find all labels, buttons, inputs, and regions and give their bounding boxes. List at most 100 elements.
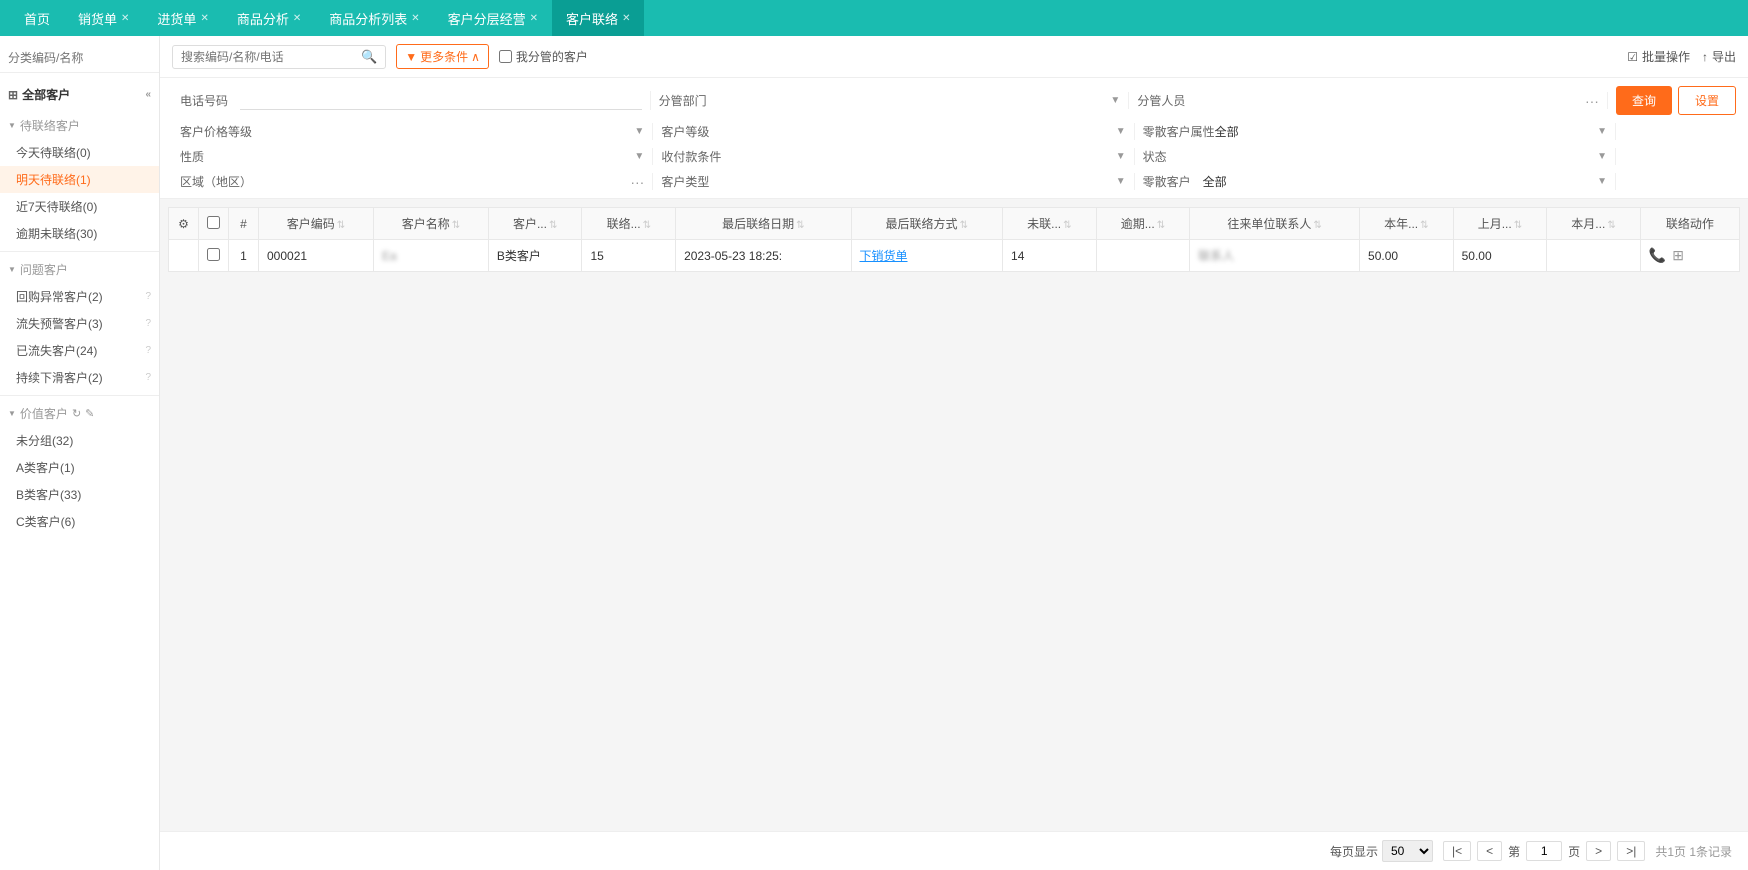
filter-price-level-select[interactable]: ▼: [252, 126, 644, 137]
sidebar-item-7days-pending[interactable]: 近7天待联络(0): [0, 193, 159, 220]
sort-date-icon: ⇅: [796, 220, 804, 231]
page-number-input[interactable]: [1526, 841, 1562, 861]
filter-phone-input[interactable]: [240, 91, 642, 110]
th-last-method[interactable]: 最后联络方式⇅: [851, 208, 1003, 240]
sidebar-item-repurchase-anomaly[interactable]: 回购异常客户(2) ?: [0, 283, 159, 310]
td-contact-count: 15: [582, 240, 676, 272]
td-last-date: 2023-05-23 18:25:: [676, 240, 851, 272]
grid-action-icon[interactable]: ⊞: [1672, 247, 1684, 264]
nav-home[interactable]: 首页: [10, 0, 64, 36]
filter-region-label: 区域（地区）: [180, 173, 252, 190]
dots-icon-person[interactable]: ···: [1585, 93, 1599, 109]
th-contact-count[interactable]: 联络...⇅: [582, 208, 676, 240]
sidebar-item-churn-warning[interactable]: 流失预警客户(3) ?: [0, 310, 159, 337]
my-customers-checkbox[interactable]: [499, 50, 512, 63]
filter-retail-attr-select[interactable]: 全部 ▼: [1215, 123, 1607, 140]
page-size-select[interactable]: 50 100 200: [1382, 840, 1433, 862]
filter-payment-select[interactable]: ▼: [721, 151, 1125, 162]
next-page-button[interactable]: >: [1586, 841, 1611, 861]
sidebar-item-tomorrow-pending[interactable]: 明天待联络(1): [0, 166, 159, 193]
filter-retail-customer: 零散客户 全部 ▼: [1135, 173, 1616, 190]
nav-product-analysis[interactable]: 商品分析 ✕: [223, 0, 315, 36]
nav-close-analysis-list[interactable]: ✕: [411, 13, 419, 24]
sidebar-item-overdue-contact[interactable]: 逾期未联络(30): [0, 220, 159, 247]
help-icon-1[interactable]: ?: [145, 318, 151, 329]
chevron-down-icon-nature: ▼: [634, 151, 644, 162]
filter-dept-select[interactable]: ▼: [719, 95, 1121, 106]
th-settings[interactable]: ⚙: [169, 208, 199, 240]
filter-right-actions: ☑ 批量操作 ↑ 导出: [1627, 48, 1736, 65]
nav-close-tier[interactable]: ✕: [530, 13, 538, 24]
sort-code-icon: ⇅: [337, 220, 345, 231]
nav-sales-order[interactable]: 销货单 ✕: [64, 0, 143, 36]
prev-page-button[interactable]: <: [1477, 841, 1502, 861]
nav-close-contact[interactable]: ✕: [622, 13, 630, 24]
th-unlisted[interactable]: 未联...⇅: [1003, 208, 1097, 240]
search-button[interactable]: 🔍: [361, 49, 377, 65]
select-all-checkbox[interactable]: [207, 216, 220, 229]
td-overdue: [1096, 240, 1190, 272]
filter-person-select[interactable]: ···: [1197, 93, 1599, 109]
sidebar-all-customers-header[interactable]: ⊞ 全部客户 «: [0, 81, 159, 108]
th-contact-person[interactable]: 往来单位联系人⇅: [1190, 208, 1360, 240]
last-method-link[interactable]: 下销货单: [860, 249, 908, 263]
help-icon-0[interactable]: ?: [145, 291, 151, 302]
dots-icon-region[interactable]: ···: [630, 174, 644, 190]
table-row: 1 000021 Ea B类客户 15 2023-05-23 18:25: 下销…: [169, 240, 1740, 272]
nav-close-analysis[interactable]: ✕: [293, 13, 301, 24]
phone-action-icon[interactable]: 📞: [1649, 247, 1666, 264]
help-icon-2[interactable]: ?: [145, 345, 151, 356]
filter-customer-type-select[interactable]: ▼: [721, 176, 1125, 187]
last-page-button[interactable]: >|: [1617, 841, 1645, 861]
top-navigation: 首页 销货单 ✕ 进货单 ✕ 商品分析 ✕ 商品分析列表 ✕ 客户分层经营 ✕ …: [0, 0, 1748, 36]
sidebar-item-churned[interactable]: 已流失客户(24) ?: [0, 337, 159, 364]
th-this-year[interactable]: 本年...⇅: [1360, 208, 1454, 240]
th-code[interactable]: 客户编码⇅: [259, 208, 374, 240]
value-refresh-icon[interactable]: ↻: [72, 407, 81, 420]
sidebar-item-continuous-decline[interactable]: 持续下滑客户(2) ?: [0, 364, 159, 391]
th-last-date[interactable]: 最后联络日期⇅: [676, 208, 851, 240]
query-button[interactable]: 查询: [1616, 86, 1672, 115]
settings-button[interactable]: 设置: [1678, 86, 1736, 115]
filter-actions: 查询 设置: [1616, 86, 1736, 115]
th-overdue[interactable]: 逾期...⇅: [1096, 208, 1190, 240]
sidebar-item-c-class[interactable]: C类客户(6): [0, 508, 159, 535]
filter-person: 分管人员 ···: [1129, 92, 1608, 109]
sidebar-item-a-class[interactable]: A类客户(1): [0, 454, 159, 481]
filter-customer-level-select[interactable]: ▼: [721, 126, 1125, 137]
sidebar-item-today-pending[interactable]: 今天待联络(0): [0, 139, 159, 166]
td-this-year: 50.00: [1360, 240, 1454, 272]
batch-op-button[interactable]: ☑ 批量操作: [1627, 48, 1690, 65]
search-input[interactable]: [181, 50, 361, 64]
th-type[interactable]: 客户...⇅: [488, 208, 582, 240]
nav-close-sales[interactable]: ✕: [121, 13, 129, 24]
more-conditions-button[interactable]: ▼ 更多条件 ∧: [396, 44, 489, 69]
row-checkbox[interactable]: [207, 248, 220, 261]
sidebar-item-ungrouped[interactable]: 未分组(32): [0, 427, 159, 454]
checkbox-icon: ☑: [1627, 50, 1638, 64]
th-this-month[interactable]: 本月...⇅: [1547, 208, 1641, 240]
th-last-month[interactable]: 上月...⇅: [1453, 208, 1547, 240]
nav-product-analysis-list[interactable]: 商品分析列表 ✕: [315, 0, 433, 36]
export-button[interactable]: ↑ 导出: [1702, 48, 1736, 65]
first-page-button[interactable]: |<: [1443, 841, 1471, 861]
nav-customer-tier[interactable]: 客户分层经营 ✕: [434, 0, 552, 36]
nav-purchase-order[interactable]: 进货单 ✕: [143, 0, 222, 36]
value-edit-icon[interactable]: ✎: [85, 407, 94, 420]
filter-status-select[interactable]: ▼: [1203, 151, 1607, 162]
filter-region-select[interactable]: ···: [252, 174, 644, 190]
footer-total: 共1页 1条记录: [1655, 843, 1732, 860]
nav-customer-contact[interactable]: 客户联络 ✕: [552, 0, 644, 36]
collapse-icon[interactable]: «: [145, 89, 151, 100]
th-name[interactable]: 客户名称⇅: [373, 208, 488, 240]
sidebar-item-b-class[interactable]: B类客户(33): [0, 481, 159, 508]
filter-person-label: 分管人员: [1137, 92, 1197, 109]
th-checkbox[interactable]: [199, 208, 229, 240]
help-icon-3[interactable]: ?: [145, 372, 151, 383]
filter-retail-customer-select[interactable]: 全部 ▼: [1203, 173, 1607, 190]
filter-payment-label: 收付款条件: [661, 148, 721, 165]
filter-nature-select[interactable]: ▼: [240, 151, 644, 162]
sort-contact-icon: ⇅: [643, 220, 651, 231]
sidebar-search-input[interactable]: [8, 51, 160, 65]
nav-close-purchase[interactable]: ✕: [200, 13, 208, 24]
